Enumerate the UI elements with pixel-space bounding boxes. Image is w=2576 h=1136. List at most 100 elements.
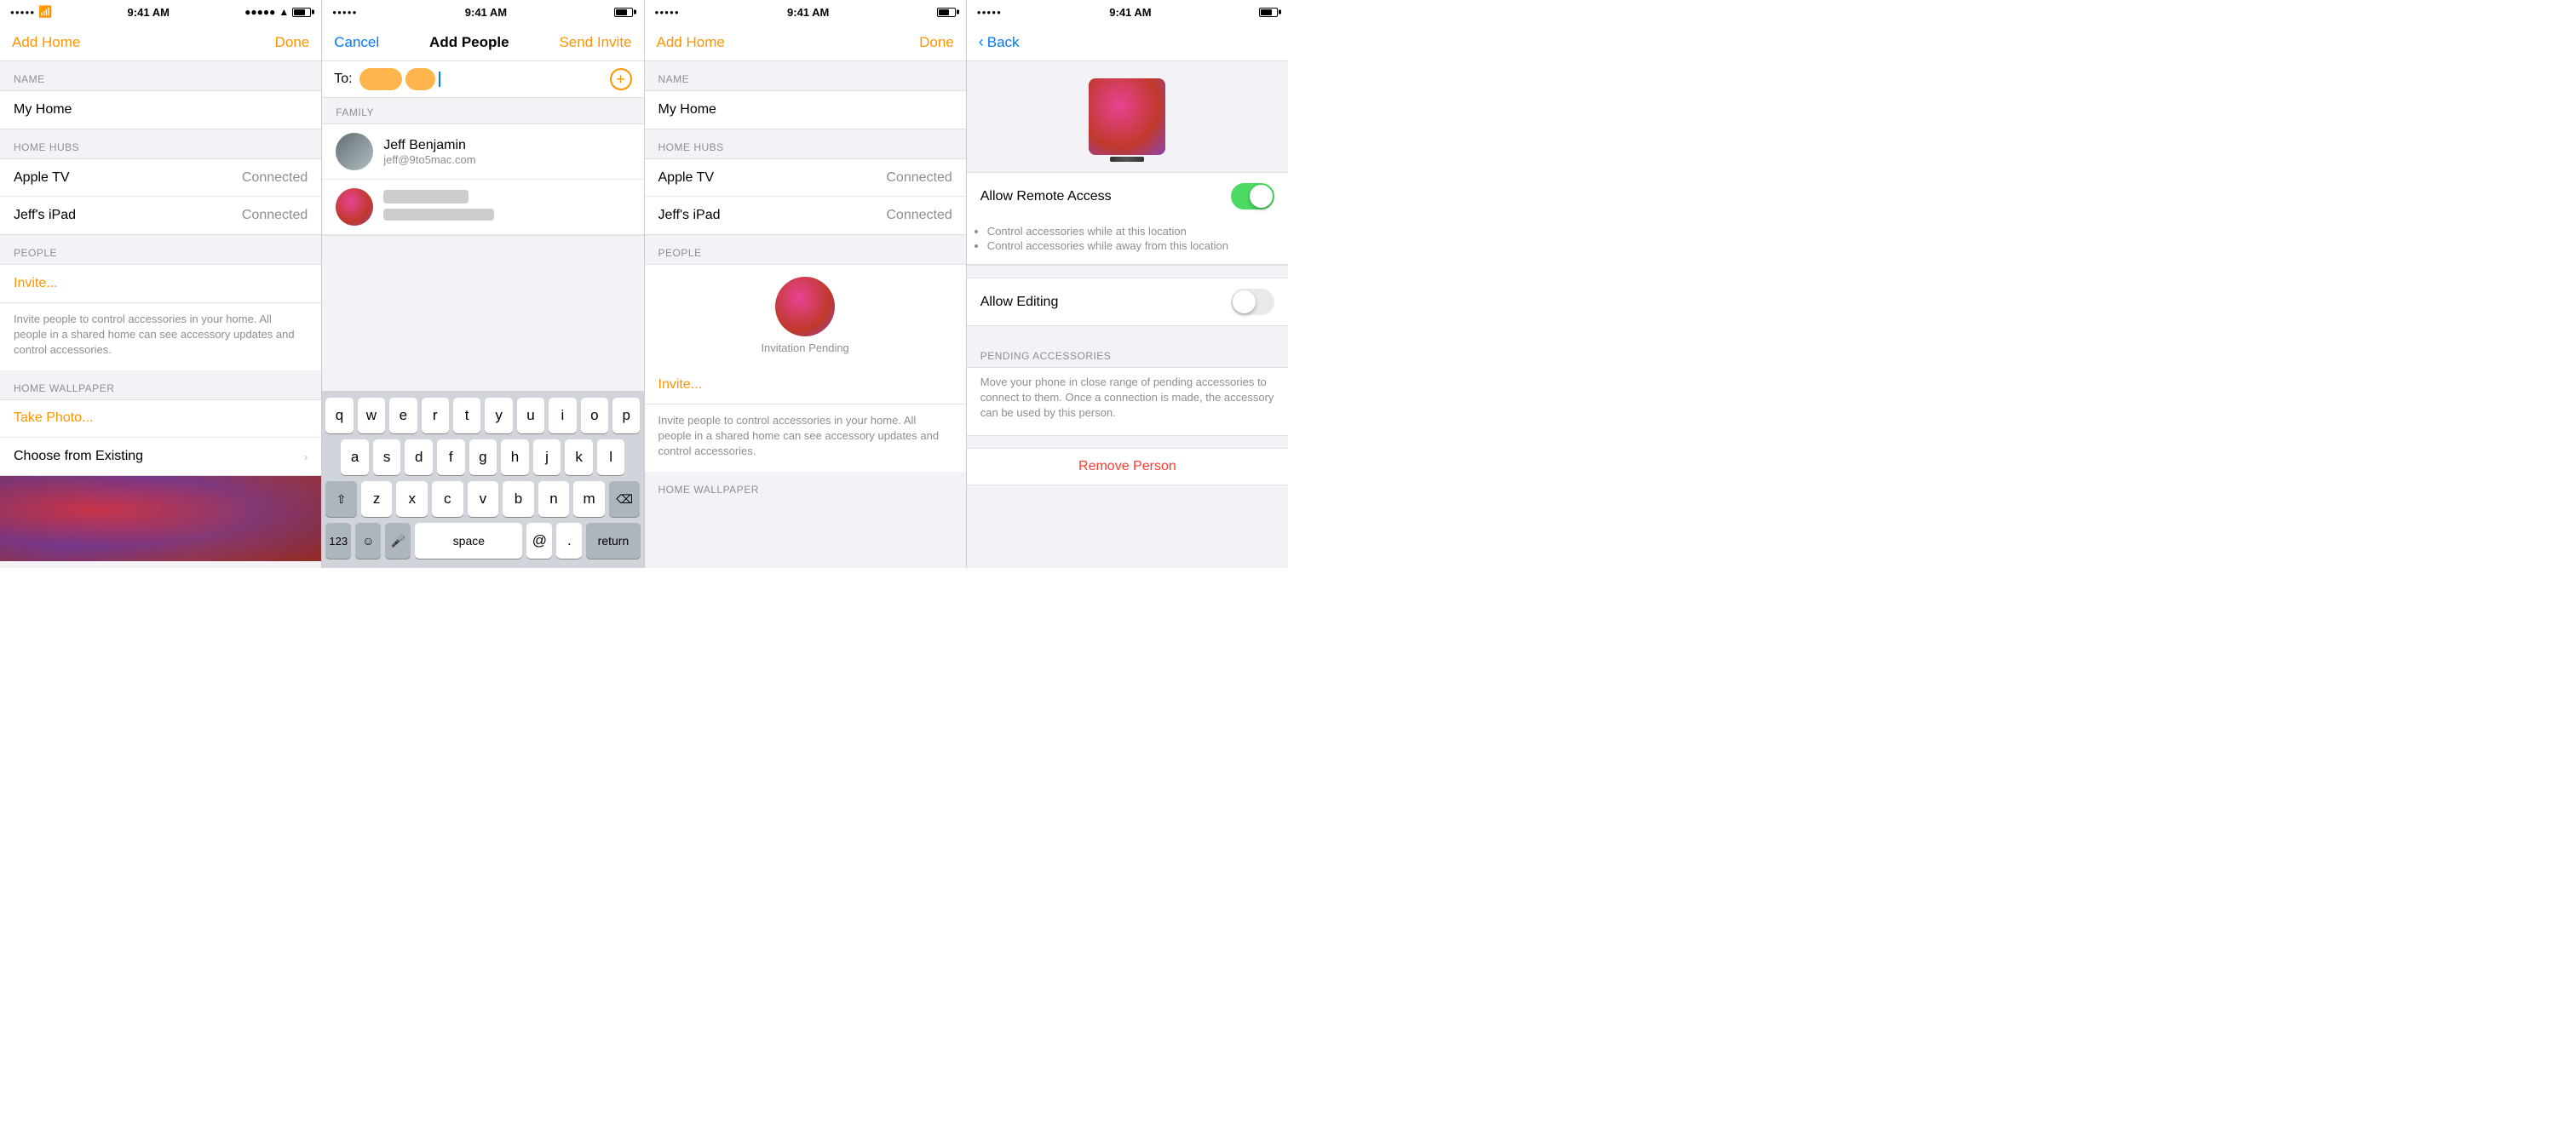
done-button-1[interactable]: Done [275, 34, 310, 51]
key-x[interactable]: x [396, 481, 428, 517]
panel-person-settings: ●●●●● 9:41 AM ‹ Back Allow Remote Access… [967, 0, 1288, 568]
key-k[interactable]: k [565, 439, 593, 475]
invite-link-3[interactable]: Invite... [658, 377, 703, 393]
numbers-key[interactable]: 123 [325, 523, 351, 559]
allow-editing-row: Allow Editing [967, 278, 1288, 325]
status-left-4: ●●●●● [977, 9, 1002, 16]
panel4-scroll: Allow Remote Access Control accessories … [967, 61, 1288, 568]
panel-home-with-person: ●●●●● 9:41 AM Add Home Done NAME My Home… [645, 0, 967, 568]
person-row-3[interactable]: Invitation Pending [645, 265, 966, 366]
delete-key[interactable]: ⌫ [609, 481, 641, 517]
key-p[interactable]: p [612, 398, 640, 433]
add-home-button-3[interactable]: Add Home [657, 34, 725, 51]
remote-access-toggle[interactable] [1231, 183, 1274, 209]
key-w[interactable]: w [358, 398, 385, 433]
mic-key[interactable]: 🎤 [385, 523, 411, 559]
invite-description-1: Invite people to control accessories in … [0, 303, 321, 370]
key-l[interactable]: l [597, 439, 625, 475]
key-n[interactable]: n [538, 481, 570, 517]
key-e[interactable]: e [389, 398, 417, 433]
apple-tv-label: Apple TV [14, 170, 70, 186]
invite-row-3[interactable]: Invite... [645, 366, 966, 404]
status-time-4: 9:41 AM [1109, 6, 1151, 19]
key-h[interactable]: h [501, 439, 529, 475]
battery-2 [614, 8, 633, 17]
wallpaper-header-1: HOME WALLPAPER [0, 370, 321, 399]
at-key[interactable]: @ [526, 523, 552, 559]
send-invite-button[interactable]: Send Invite [559, 34, 631, 51]
key-z[interactable]: z [361, 481, 393, 517]
key-i[interactable]: i [549, 398, 576, 433]
panel3-scroll: NAME My Home HOME HUBS Apple TV Connecte… [645, 61, 966, 568]
jeff-name: Jeff Benjamin [383, 138, 630, 153]
keyboard-row-1: q w e r t y u i o p [325, 398, 640, 433]
people-header-1: PEOPLE [0, 235, 321, 264]
key-q[interactable]: q [325, 398, 353, 433]
home-name-row-3: My Home [645, 91, 966, 129]
invite-row-1[interactable]: Invite... [0, 265, 321, 302]
key-b[interactable]: b [503, 481, 534, 517]
contact-row-jeff[interactable]: Jeff Benjamin jeff@9to5mac.com [322, 124, 643, 180]
key-y[interactable]: y [485, 398, 512, 433]
invite-link-1[interactable]: Invite... [14, 276, 58, 291]
allow-editing-toggle[interactable] [1231, 289, 1274, 315]
key-m[interactable]: m [573, 481, 605, 517]
key-r[interactable]: r [422, 398, 449, 433]
back-label: Back [987, 34, 1020, 51]
apple-tv-status-3: Connected [886, 170, 952, 186]
apple-tv-row-3: Apple TV Connected [645, 159, 966, 197]
to-chip-1 [359, 68, 402, 90]
bullet-1: Control accessories while at this locati… [987, 225, 1274, 238]
signal-dots-2: ●●●●● [332, 9, 357, 16]
remove-person-button[interactable]: Remove Person [1078, 459, 1176, 474]
period-key[interactable]: . [556, 523, 582, 559]
key-u[interactable]: u [517, 398, 544, 433]
nav-bar-3: Add Home Done [645, 24, 966, 61]
take-photo-row[interactable]: Take Photo... [0, 400, 321, 438]
keyboard-row-2: a s d f g h j k l [325, 439, 640, 475]
apple-tv-row: Apple TV Connected [0, 159, 321, 197]
key-s[interactable]: s [373, 439, 401, 475]
space-key[interactable]: space [415, 523, 522, 559]
remote-access-bullets: Control accessories while at this locati… [967, 220, 1288, 265]
key-d[interactable]: d [405, 439, 433, 475]
nav-bar-1: Add Home Done [0, 24, 321, 61]
take-photo-label[interactable]: Take Photo... [14, 410, 93, 426]
blurred-email [383, 209, 494, 221]
jeffs-ipad-label-3: Jeff's iPad [658, 208, 721, 223]
cancel-button[interactable]: Cancel [334, 34, 379, 51]
panel-add-people: ●●●●● 9:41 AM Cancel Add People Send Inv… [322, 0, 644, 568]
keyboard-row-3: ⇧ z x c v b n m ⌫ [325, 481, 640, 517]
key-o[interactable]: o [581, 398, 608, 433]
return-key[interactable]: return [586, 523, 640, 559]
avatar-container [967, 61, 1288, 172]
status-time-2: 9:41 AM [465, 6, 507, 19]
choose-existing-row[interactable]: Choose from Existing › [0, 438, 321, 475]
back-button[interactable]: ‹ Back [979, 33, 1020, 51]
shift-key[interactable]: ⇧ [325, 481, 357, 517]
to-input-area[interactable]: + [359, 68, 632, 90]
add-home-button-1[interactable]: Add Home [12, 34, 80, 51]
done-button-3[interactable]: Done [919, 34, 954, 51]
large-person-avatar[interactable] [1089, 78, 1165, 155]
contact-row-blurred[interactable] [322, 180, 643, 235]
jeffs-ipad-row-3: Jeff's iPad Connected [645, 197, 966, 234]
to-plus-button[interactable]: + [610, 68, 632, 90]
emoji-key[interactable]: ☺ [355, 523, 381, 559]
panel-add-home: ●●●●● 📶 9:41 AM ●●●●● ▲ Add Home Done NA… [0, 0, 322, 568]
remote-access-section: Allow Remote Access Control accessories … [967, 172, 1288, 266]
apple-tv-status: Connected [242, 170, 308, 186]
key-t[interactable]: t [453, 398, 480, 433]
key-a[interactable]: a [341, 439, 369, 475]
chevron-right-icon-1: › [304, 450, 308, 463]
key-g[interactable]: g [469, 439, 497, 475]
key-f[interactable]: f [437, 439, 465, 475]
people-header-3: PEOPLE [645, 235, 966, 264]
battery-3 [937, 8, 956, 17]
key-j[interactable]: j [533, 439, 561, 475]
family-header: FAMILY [322, 98, 643, 123]
key-v[interactable]: v [468, 481, 499, 517]
key-c[interactable]: c [432, 481, 463, 517]
apple-tv-label-3: Apple TV [658, 170, 715, 186]
chevron-left-icon: ‹ [979, 33, 984, 51]
